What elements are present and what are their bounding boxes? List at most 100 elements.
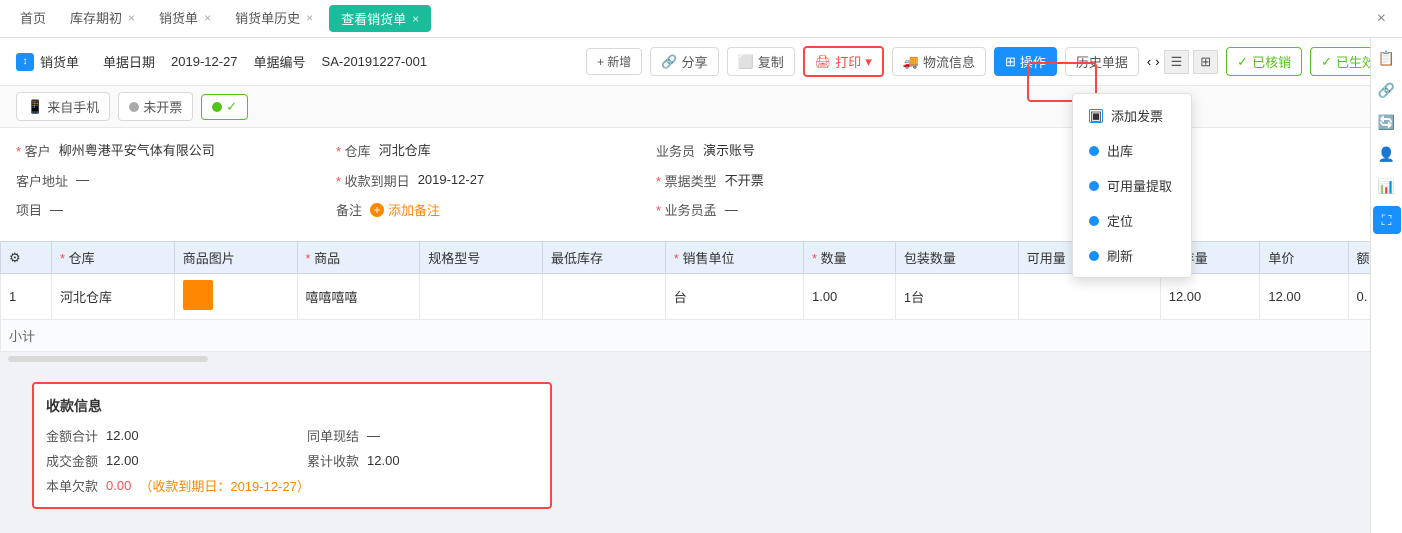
dropdown-outbound[interactable]: 出库 xyxy=(1073,133,1191,168)
dropdown-add-invoice[interactable]: ▣ 添加发票 xyxy=(1073,98,1191,133)
tab-sales-history-label: 销货单历史 xyxy=(235,8,300,27)
customer-label: 客户 xyxy=(16,141,51,160)
tab-sales-history[interactable]: 销货单历史 × xyxy=(223,0,325,38)
sidebar-link-icon[interactable]: 🔗 xyxy=(1375,78,1399,102)
not-open-button[interactable]: 未开票 xyxy=(118,92,193,121)
col-product: 商品 xyxy=(297,242,420,274)
date-label: 单据日期 xyxy=(103,52,155,71)
payment-row-deal: 成交金额 12.00 xyxy=(46,451,277,470)
operations-button[interactable]: ⊞ 操作 xyxy=(994,47,1057,76)
tab-bar: 首页 库存期初 × 销货单 × 销货单历史 × 查看销货单 × × xyxy=(0,0,1402,38)
horizontal-scrollbar[interactable] xyxy=(8,356,208,362)
payment-section: 收款信息 金额合计 12.00 同单现结 — 成交金额 12.00 累计收款 1… xyxy=(32,382,552,509)
new-button[interactable]: + 新增 xyxy=(586,48,642,75)
refresh-label: 刷新 xyxy=(1107,246,1133,265)
view-toggle: ‹ › ☰ ⊞ xyxy=(1147,50,1218,74)
product-image-icon xyxy=(183,280,213,310)
logistics-label: 物流信息 xyxy=(923,52,975,71)
add-note-label: 添加备注 xyxy=(388,200,440,219)
operations-dropdown: ▣ 添加发票 出库 可用量提取 定位 刷新 xyxy=(1072,93,1192,278)
tab-home[interactable]: 首页 xyxy=(8,0,58,38)
deal-value: 12.00 xyxy=(106,453,139,468)
dropdown-available-qty[interactable]: 可用量提取 xyxy=(1073,168,1191,203)
invoice-type-field: 票据类型 不开票 xyxy=(656,170,936,190)
copy-button[interactable]: ⬜ 复制 xyxy=(727,47,795,76)
available-qty-icon xyxy=(1089,181,1099,191)
row-product: 嘻嘻嘻嘻 xyxy=(297,274,420,320)
tab-sales-history-close[interactable]: × xyxy=(306,11,313,25)
salesperson2-field: 业务员孟 — xyxy=(656,200,936,219)
locate-icon xyxy=(1089,216,1099,226)
tab-sales-order[interactable]: 销货单 × xyxy=(147,0,223,38)
phone-icon: 📱 xyxy=(27,99,43,115)
same-order-value: — xyxy=(367,428,380,443)
subtotal-label: 小计 xyxy=(1,320,1402,352)
salesperson2-label: 业务员孟 xyxy=(656,200,717,219)
effect-check-icon: ✓ xyxy=(1321,54,1332,70)
add-note-button[interactable]: + 添加备注 xyxy=(370,200,440,219)
tab-view-sales-close[interactable]: × xyxy=(412,12,419,26)
address-label: 客户地址 xyxy=(16,171,68,190)
share-button[interactable]: 🔗 分享 xyxy=(650,47,718,76)
payment-date-value: 2019-12-27 xyxy=(418,172,485,188)
document-header: ↕ 销货单 单据日期 2019-12-27 单据编号 SA-20191227-0… xyxy=(0,38,1402,86)
print-icon: 🖨 xyxy=(815,54,832,70)
from-phone-button[interactable]: 📱 来自手机 xyxy=(16,92,110,121)
grid-view-button[interactable]: ⊞ xyxy=(1193,50,1218,74)
history-button[interactable]: 历史单据 xyxy=(1065,47,1139,76)
confirm-button[interactable]: ✓ xyxy=(201,94,248,120)
logistics-button[interactable]: 🚚 物流信息 xyxy=(892,47,986,76)
print-dropdown-icon: ▾ xyxy=(865,54,872,70)
invoice-type-value: 不开票 xyxy=(725,170,764,190)
warehouse-field: 仓库 河北仓库 xyxy=(336,140,616,160)
document-type-label: 销货单 xyxy=(40,52,79,71)
sidebar-expand-icon[interactable]: ⛶ xyxy=(1373,206,1401,234)
col-quantity: 数量 xyxy=(803,242,895,274)
same-order-label: 同单现结 xyxy=(307,426,359,445)
row-min-stock xyxy=(543,274,666,320)
print-button[interactable]: 🖨 打印 ▾ xyxy=(803,46,884,77)
refresh-icon xyxy=(1089,251,1099,261)
outbound-icon xyxy=(1089,146,1099,156)
add-invoice-label: 添加发票 xyxy=(1111,106,1163,125)
dropdown-refresh[interactable]: 刷新 xyxy=(1073,238,1191,273)
ops-label: 操作 xyxy=(1020,52,1046,71)
col-min-stock: 最低库存 xyxy=(543,242,666,274)
document-title: ↕ 销货单 xyxy=(16,52,79,71)
copy-label: 复制 xyxy=(758,52,784,71)
sidebar-user-icon[interactable]: 👤 xyxy=(1375,142,1399,166)
list-view-button[interactable]: ☰ xyxy=(1164,50,1190,74)
outbound-label: 出库 xyxy=(1107,141,1133,160)
address-field: 客户地址 — xyxy=(16,171,296,190)
sidebar-doc-icon[interactable]: 📋 xyxy=(1375,46,1399,70)
next-nav-icon[interactable]: › xyxy=(1155,54,1159,69)
sidebar-chart-icon[interactable]: 📊 xyxy=(1375,174,1399,198)
tab-inventory-close[interactable]: × xyxy=(128,11,135,25)
sidebar-refresh-icon[interactable]: 🔄 xyxy=(1375,110,1399,134)
document-meta: 单据日期 2019-12-27 单据编号 SA-20191227-001 xyxy=(103,52,586,71)
ops-icon: ⊞ xyxy=(1005,54,1016,70)
add-invoice-icon: ▣ xyxy=(1089,109,1103,123)
col-product-image: 商品图片 xyxy=(174,242,297,274)
prev-nav-icon[interactable]: ‹ xyxy=(1147,54,1151,69)
window-close-button[interactable]: × xyxy=(1369,10,1394,28)
number-value: SA-20191227-001 xyxy=(322,54,428,69)
row-package-qty: 1台 xyxy=(895,274,1018,320)
status-cancel-label: 已核销 xyxy=(1252,52,1291,71)
tab-inventory-init[interactable]: 库存期初 × xyxy=(58,0,147,38)
total-label: 金额合计 xyxy=(46,426,98,445)
tab-sales-order-close[interactable]: × xyxy=(204,11,211,25)
outstanding-value: 0.00 xyxy=(106,478,131,493)
status-cancel-button[interactable]: ✓ 已核销 xyxy=(1226,47,1302,76)
checkmark-label: ✓ xyxy=(226,99,237,115)
col-settings[interactable]: ⚙ xyxy=(1,242,52,274)
tab-home-label: 首页 xyxy=(20,8,46,27)
col-unit-price: 单价 xyxy=(1260,242,1348,274)
tab-view-sales[interactable]: 查看销货单 × xyxy=(329,5,431,32)
col-package-qty: 包装数量 xyxy=(895,242,1018,274)
salesperson-value: 演示账号 xyxy=(703,140,755,160)
dropdown-locate[interactable]: 定位 xyxy=(1073,203,1191,238)
col-unit: 销售单位 xyxy=(665,242,803,274)
row-available xyxy=(1018,274,1160,320)
payment-grid: 金额合计 12.00 同单现结 — 成交金额 12.00 累计收款 12.00 … xyxy=(46,426,538,495)
